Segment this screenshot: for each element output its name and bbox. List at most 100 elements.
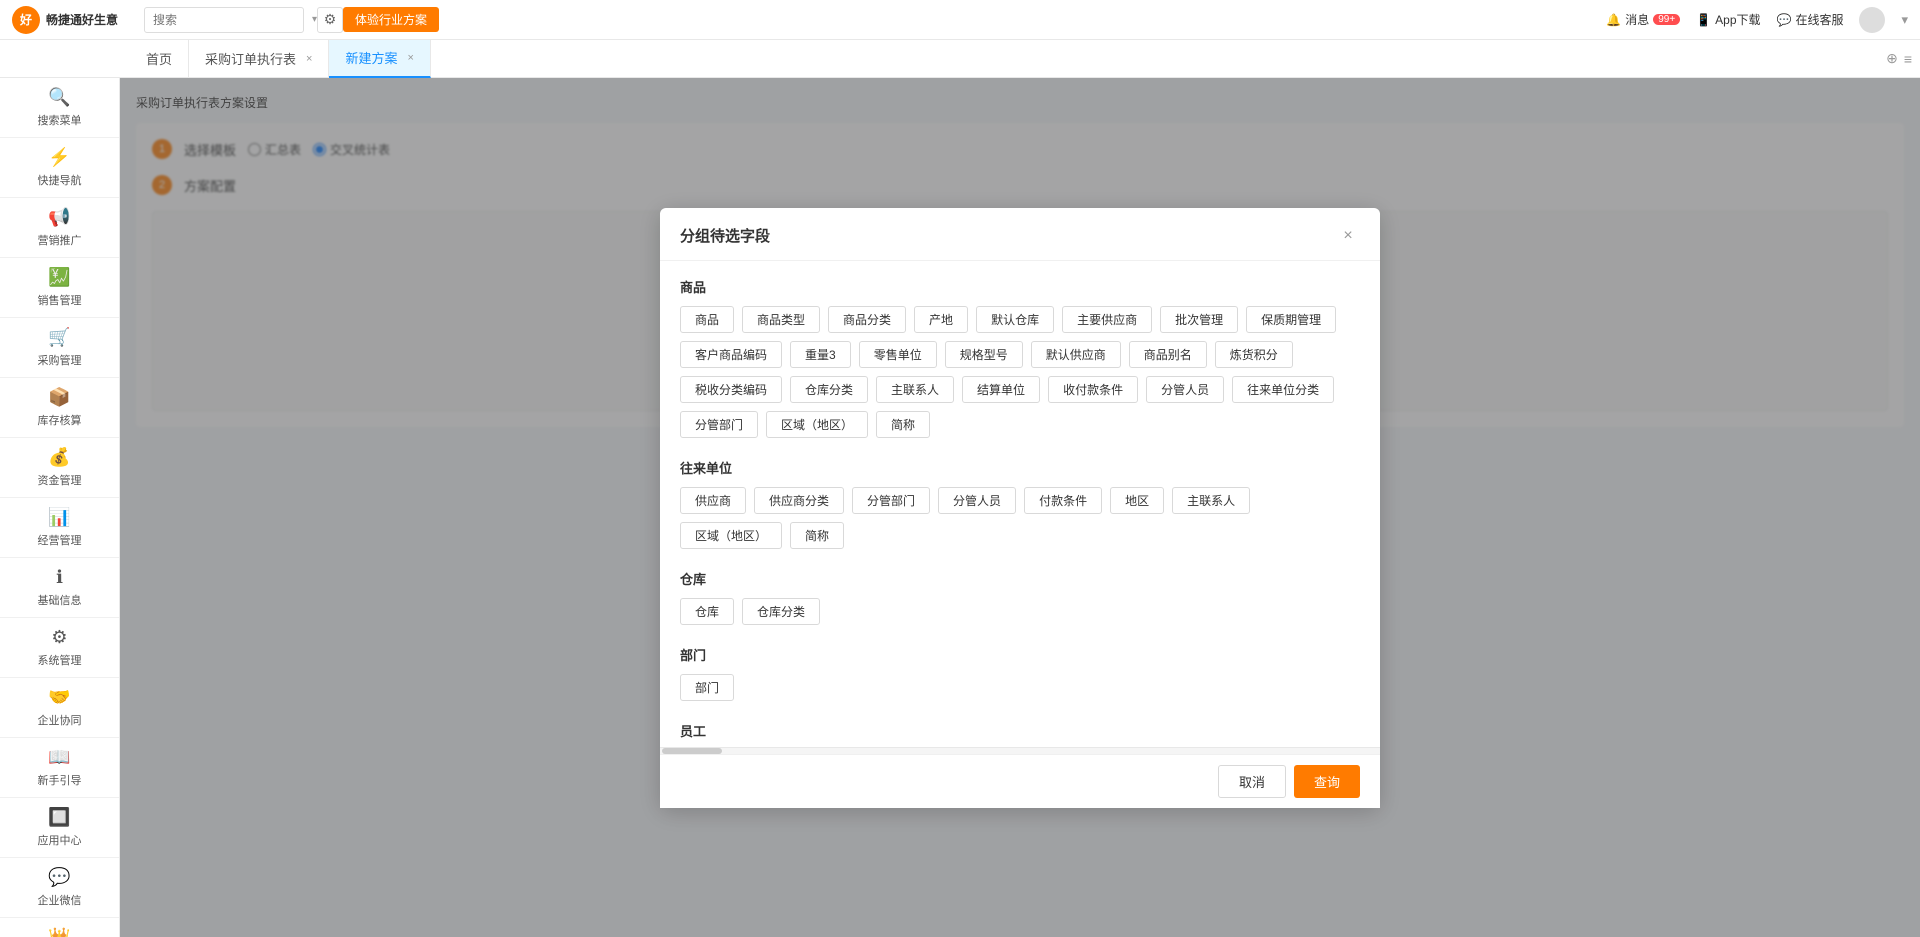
- section-warehouse-title: 仓库: [680, 569, 1360, 588]
- sidebar-item-guide[interactable]: 📖 新手引导: [0, 738, 119, 798]
- tab-purchase-order-close[interactable]: ×: [306, 53, 312, 65]
- wechat-icon: 💬: [48, 867, 70, 888]
- section-warehouse: 仓库 仓库 仓库分类: [680, 569, 1360, 625]
- field-tag-dept-partner[interactable]: 分管部门: [852, 487, 930, 514]
- logo-text: 畅捷通好生意: [46, 11, 118, 28]
- field-tag-spec-model[interactable]: 规格型号: [945, 341, 1023, 368]
- field-tag-warehouse[interactable]: 仓库: [680, 598, 734, 625]
- field-tag-main-supplier[interactable]: 主要供应商: [1062, 306, 1152, 333]
- field-tag-shelf-life[interactable]: 保质期管理: [1246, 306, 1336, 333]
- top-header: 好 畅捷通好生意 ▾ ⚙ 体验行业方案 🔔 消息 99+ 📱 App下载 💬 在…: [0, 0, 1920, 40]
- sidebar-item-inventory[interactable]: 📦 库存核算: [0, 378, 119, 438]
- field-tag-supervisor-dept[interactable]: 分管部门: [680, 411, 758, 438]
- sidebar-item-quicknav[interactable]: ⚡ 快捷导航: [0, 138, 119, 198]
- sidebar-basic-info-label: 基础信息: [38, 592, 82, 608]
- field-tag-warehouse-cat[interactable]: 仓库分类: [742, 598, 820, 625]
- sidebar-item-wechat[interactable]: 💬 企业微信: [0, 858, 119, 918]
- operations-icon: 📊: [48, 507, 70, 528]
- tab-new-plan[interactable]: 新建方案 ×: [329, 40, 430, 78]
- section-goods-title: 商品: [680, 277, 1360, 296]
- tab-new-plan-close[interactable]: ×: [407, 52, 413, 64]
- field-tag-goods-alias[interactable]: 商品别名: [1129, 341, 1207, 368]
- sidebar-item-marketing[interactable]: 📢 营销推广: [0, 198, 119, 258]
- field-tag-warehouse-category[interactable]: 仓库分类: [790, 376, 868, 403]
- section-dept-tags: 部门: [680, 674, 1360, 701]
- tab-more-icon[interactable]: ≡: [1904, 51, 1912, 67]
- sidebar-item-basic-info[interactable]: ℹ 基础信息: [0, 558, 119, 618]
- modal-horizontal-scrollbar[interactable]: [660, 747, 1380, 754]
- sidebar-item-collaboration[interactable]: 🤝 企业协同: [0, 678, 119, 738]
- field-tag-payment-cond[interactable]: 付款条件: [1024, 487, 1102, 514]
- sidebar-item-purchase[interactable]: 🛒 采购管理: [0, 318, 119, 378]
- sidebar-item-search[interactable]: 🔍 搜索菜单: [0, 78, 119, 138]
- tab-new-plan-label: 新建方案: [345, 48, 397, 67]
- field-tag-person-partner[interactable]: 分管人员: [938, 487, 1016, 514]
- field-tag-partner-category[interactable]: 往来单位分类: [1232, 376, 1334, 403]
- notification-item[interactable]: 🔔 消息 99+: [1606, 11, 1680, 28]
- field-tag-goods[interactable]: 商品: [680, 306, 734, 333]
- sidebar-item-finance[interactable]: 💰 资金管理: [0, 438, 119, 498]
- sidebar-item-app-center[interactable]: 🔲 应用中心: [0, 798, 119, 858]
- quicknav-icon: ⚡: [48, 147, 70, 168]
- tab-expand-icon[interactable]: ⊕: [1886, 50, 1898, 67]
- section-employee-title: 员工: [680, 721, 1360, 740]
- field-tag-dept[interactable]: 部门: [680, 674, 734, 701]
- field-tag-supervisor[interactable]: 分管人员: [1146, 376, 1224, 403]
- member-icon: 👑: [48, 927, 70, 937]
- field-tag-short-name-goods[interactable]: 简称: [876, 411, 930, 438]
- confirm-button[interactable]: 查询: [1294, 765, 1360, 798]
- field-tag-settlement-unit[interactable]: 结算单位: [962, 376, 1040, 403]
- section-employee: 员工 业务员: [680, 721, 1360, 747]
- sidebar-item-member[interactable]: 👑 畅会员: [0, 918, 119, 937]
- field-tag-main-contact-partner[interactable]: 主联系人: [1172, 487, 1250, 514]
- field-tag-main-contact[interactable]: 主联系人: [876, 376, 954, 403]
- purchase-icon: 🛒: [48, 327, 70, 348]
- service-icon: 💬: [1777, 13, 1792, 27]
- field-tag-default-warehouse[interactable]: 默认仓库: [976, 306, 1054, 333]
- field-tag-short-name-partner[interactable]: 简称: [790, 522, 844, 549]
- field-tag-district[interactable]: 地区: [1110, 487, 1164, 514]
- field-tag-refine-points[interactable]: 炼货积分: [1215, 341, 1293, 368]
- tab-purchase-order[interactable]: 采购订单执行表 ×: [189, 40, 329, 78]
- field-tag-payment-terms[interactable]: 收付款条件: [1048, 376, 1138, 403]
- search-input[interactable]: [144, 7, 304, 33]
- user-dropdown-icon[interactable]: ▾: [1901, 12, 1908, 28]
- finance-icon: 💰: [48, 447, 70, 468]
- sidebar-item-sales[interactable]: 💹 销售管理: [0, 258, 119, 318]
- sidebar-guide-label: 新手引导: [38, 772, 82, 788]
- field-tag-region-goods[interactable]: 区域（地区）: [766, 411, 868, 438]
- field-tag-customer-code[interactable]: 客户商品编码: [680, 341, 782, 368]
- experience-button[interactable]: 体验行业方案: [343, 7, 439, 32]
- field-tag-supplier-category[interactable]: 供应商分类: [754, 487, 844, 514]
- modal-body: 商品 商品 商品类型 商品分类 产地 默认仓库 主要供应商 批次管理 保质期管理…: [660, 261, 1380, 747]
- field-tag-goods-type[interactable]: 商品类型: [742, 306, 820, 333]
- field-tag-batch-mgmt[interactable]: 批次管理: [1160, 306, 1238, 333]
- modal-overlay: 分组待选字段 × 商品 商品 商品类型 商品分类 产地 默认仓库 主要供应商 批…: [120, 78, 1920, 937]
- marketing-icon: 📢: [48, 207, 70, 228]
- field-tag-retail-unit[interactable]: 零售单位: [859, 341, 937, 368]
- section-partner: 往来单位 供应商 供应商分类 分管部门 分管人员 付款条件 地区 主联系人 区域…: [680, 458, 1360, 549]
- sidebar-item-operations[interactable]: 📊 经营管理: [0, 498, 119, 558]
- cancel-button[interactable]: 取消: [1218, 765, 1286, 798]
- field-tag-default-supplier[interactable]: 默认供应商: [1031, 341, 1121, 368]
- notification-icon: 🔔: [1606, 13, 1621, 27]
- notification-label: 消息: [1625, 11, 1649, 28]
- modal-close-button[interactable]: ×: [1336, 224, 1360, 248]
- field-tag-region-partner[interactable]: 区域（地区）: [680, 522, 782, 549]
- field-tag-origin[interactable]: 产地: [914, 306, 968, 333]
- sidebar-item-system[interactable]: ⚙ 系统管理: [0, 618, 119, 678]
- app-download-item[interactable]: 📱 App下载: [1696, 11, 1760, 28]
- tab-bar-actions: ⊕ ≡: [1886, 50, 1920, 67]
- field-tag-weight[interactable]: 重量3: [790, 341, 851, 368]
- online-service-item[interactable]: 💬 在线客服: [1777, 11, 1844, 28]
- field-tag-supplier[interactable]: 供应商: [680, 487, 746, 514]
- user-avatar[interactable]: [1859, 7, 1885, 33]
- field-tag-goods-category[interactable]: 商品分类: [828, 306, 906, 333]
- gear-button[interactable]: ⚙: [317, 7, 343, 33]
- sales-icon: 💹: [48, 267, 70, 288]
- section-goods: 商品 商品 商品类型 商品分类 产地 默认仓库 主要供应商 批次管理 保质期管理…: [680, 277, 1360, 438]
- tab-home[interactable]: 首页: [130, 40, 189, 78]
- tab-bar: 首页 采购订单执行表 × 新建方案 × ⊕ ≡: [0, 40, 1920, 78]
- logo-icon: 好: [12, 6, 40, 34]
- field-tag-tax-code[interactable]: 税收分类编码: [680, 376, 782, 403]
